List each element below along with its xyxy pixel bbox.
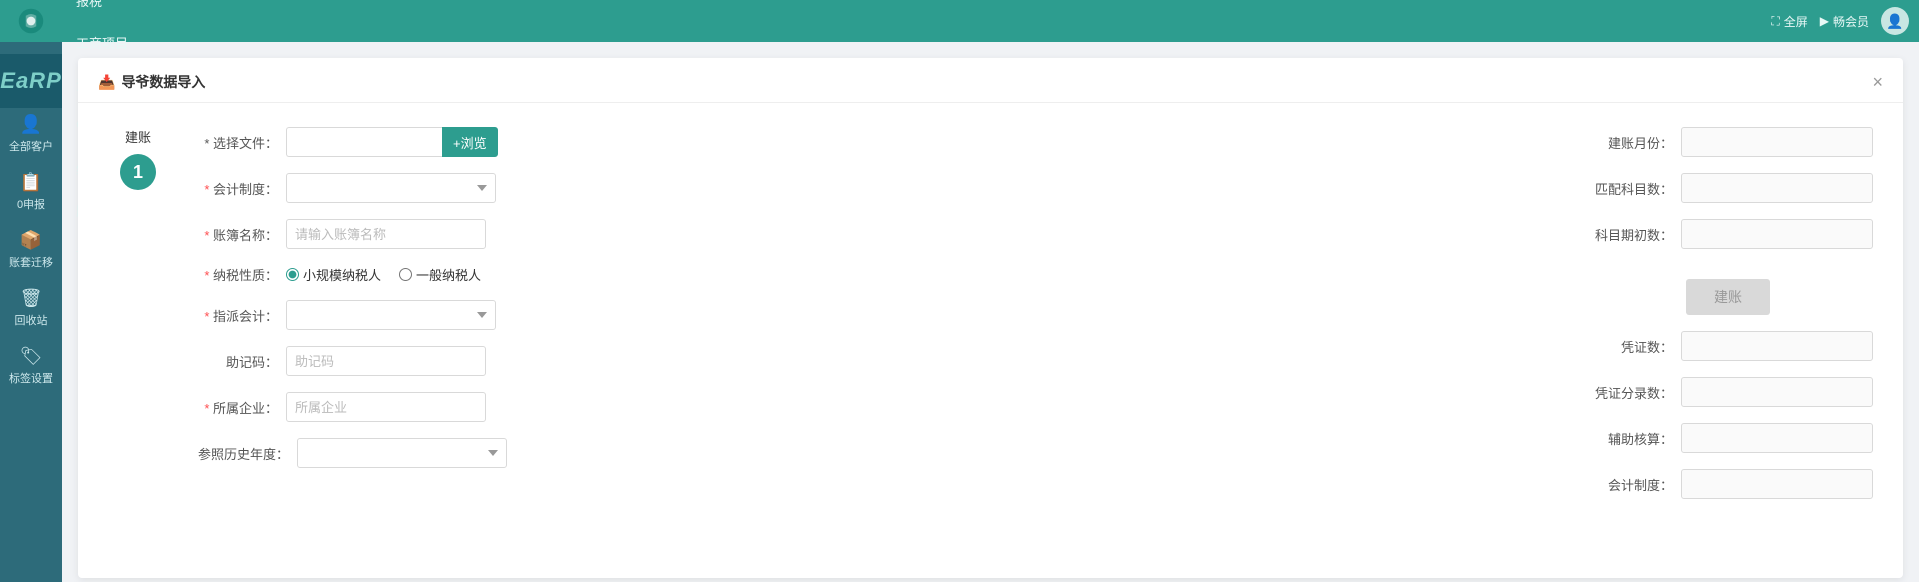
assign-accountant-select[interactable]: [286, 300, 496, 330]
radio-small-taxpayer[interactable]: 小规模纳税人: [286, 265, 381, 284]
ref-year-row: 参照历史年度：: [198, 438, 1553, 468]
tax-type-row: 纳税性质： 小规模纳税人 一般纳税人: [198, 265, 1553, 284]
sidebar-item-all-customers[interactable]: 👤 全部客户: [0, 106, 62, 162]
dialog-title-text: 导爷数据导入: [121, 72, 205, 92]
build-month-label: 建账月份：: [1583, 133, 1673, 152]
users-icon: 👤: [20, 114, 42, 135]
radio-small-input[interactable]: [286, 268, 299, 281]
vip-btn[interactable]: ▶ 畅会员: [1820, 13, 1869, 30]
tax-type-label: 纳税性质：: [198, 265, 278, 284]
voucher-label: 凭证数：: [1583, 337, 1673, 356]
fullscreen-btn[interactable]: ⛶ 全屏: [1771, 13, 1807, 30]
sidebar: EaRP 👤 全部客户 📋 0申报 📦 账套迁移 🗑 回收站 🏷 标签设置: [0, 42, 62, 582]
step-section: 建账 1: [78, 127, 198, 499]
period-init-label: 科目期初数：: [1583, 225, 1673, 244]
ref-year-label: 参照历史年度：: [198, 444, 289, 463]
dialog-body: 建账 1 * 选择文件： +浏览 会计制度：: [78, 103, 1903, 523]
trash-icon: 🗑: [20, 288, 43, 309]
dialog-title: 📥 导爷数据导入: [98, 72, 205, 92]
erp-badge: EaRP: [0, 54, 62, 108]
nav-item-工商项目[interactable]: 工商项目: [62, 21, 142, 63]
fullscreen-icon: ⛶: [1771, 14, 1779, 29]
file-row: * 选择文件： +浏览: [198, 127, 1553, 157]
nav-right: ⛶ 全屏 ▶ 畅会员 👤: [1771, 7, 1909, 35]
right-accounting-system-label: 会计制度：: [1583, 475, 1673, 494]
radio-general-label: 一般纳税人: [416, 265, 481, 284]
sidebar-label-migrate: 账套迁移: [9, 254, 53, 270]
right-accounting-system-row: 会计制度：: [1583, 469, 1873, 499]
period-init-value: [1681, 219, 1873, 249]
voucher-row: 凭证数：: [1583, 331, 1873, 361]
accounting-system-label: 会计制度：: [198, 179, 278, 198]
app-logo[interactable]: [10, 0, 52, 42]
vip-label: 畅会员: [1833, 13, 1869, 30]
play-icon: ▶: [1820, 14, 1829, 28]
aux-calc-label: 辅助核算：: [1583, 429, 1673, 448]
step-circle: 1: [120, 154, 156, 190]
owner-company-label: 所属企业：: [198, 398, 278, 417]
main-content: 📥 导爷数据导入 × 建账 1 * 选择文件：: [62, 42, 1919, 582]
ledger-name-row: 账簿名称：: [198, 219, 1553, 249]
form-section: * 选择文件： +浏览 会计制度：: [198, 127, 1553, 499]
accounting-system-select[interactable]: [286, 173, 496, 203]
match-accounts-label: 匹配科目数：: [1583, 179, 1673, 198]
dialog-card: 📥 导爷数据导入 × 建账 1 * 选择文件：: [78, 58, 1903, 578]
sidebar-item-migrate[interactable]: 📦 账套迁移: [0, 222, 62, 278]
right-panel: 建账月份： 匹配科目数： 科目期初数： 建账: [1553, 127, 1873, 499]
radio-small-label: 小规模纳税人: [303, 265, 381, 284]
accounting-system-row: 会计制度：: [198, 173, 1553, 203]
voucher-entries-row: 凭证分录数：: [1583, 377, 1873, 407]
close-button[interactable]: ×: [1872, 73, 1883, 91]
sidebar-item-recycle[interactable]: 🗑 回收站: [0, 280, 62, 336]
sidebar-label-declare: 0申报: [17, 196, 45, 212]
main-layout: EaRP 👤 全部客户 📋 0申报 📦 账套迁移 🗑 回收站 🏷 标签设置 �: [0, 42, 1919, 582]
memo-code-input[interactable]: [286, 346, 486, 376]
build-month-value: [1681, 127, 1873, 157]
match-accounts-value: [1681, 173, 1873, 203]
match-accounts-row: 匹配科目数：: [1583, 173, 1873, 203]
fullscreen-label: 全屏: [1784, 13, 1808, 30]
dialog-header: 📥 导爷数据导入 ×: [78, 58, 1903, 103]
voucher-value: [1681, 331, 1873, 361]
voucher-entries-value: [1681, 377, 1873, 407]
sidebar-item-tags[interactable]: 🏷 标签设置: [0, 338, 62, 394]
memo-code-row: 助记码：: [198, 346, 1553, 376]
avatar[interactable]: 👤: [1881, 7, 1909, 35]
voucher-entries-label: 凭证分录数：: [1583, 383, 1673, 402]
file-input-group: +浏览: [286, 127, 498, 157]
ref-year-select[interactable]: [297, 438, 507, 468]
top-navigation: 首页客户收费票据new记账报税工商项目消息管理经营服务设置 ⛶ 全屏 ▶ 畅会员…: [0, 0, 1919, 42]
build-month-row: 建账月份：: [1583, 127, 1873, 157]
import-icon: 📥: [98, 74, 115, 91]
right-accounting-system-value: [1681, 469, 1873, 499]
aux-calc-value: [1681, 423, 1873, 453]
period-init-row: 科目期初数：: [1583, 219, 1873, 249]
sidebar-label-tags: 标签设置: [9, 370, 53, 386]
radio-general-input[interactable]: [399, 268, 412, 281]
step-label: 建账: [125, 127, 151, 146]
file-text-input[interactable]: [286, 127, 442, 157]
nav-item-报税[interactable]: 报税: [62, 0, 142, 21]
tag-icon: 🏷: [20, 346, 43, 367]
memo-code-label: 助记码：: [198, 352, 278, 371]
ledger-name-label: 账簿名称：: [198, 225, 278, 244]
sidebar-label-all-customers: 全部客户: [9, 138, 53, 154]
assign-accountant-label: 指派会计：: [198, 306, 278, 325]
tax-type-radio-group: 小规模纳税人 一般纳税人: [286, 265, 481, 284]
browse-button[interactable]: +浏览: [442, 127, 498, 157]
owner-company-input[interactable]: [286, 392, 486, 422]
aux-calc-row: 辅助核算：: [1583, 423, 1873, 453]
radio-general-taxpayer[interactable]: 一般纳税人: [399, 265, 481, 284]
migrate-icon: 📦: [20, 230, 42, 251]
ledger-name-input[interactable]: [286, 219, 486, 249]
sidebar-label-recycle: 回收站: [15, 312, 48, 328]
create-ledger-button[interactable]: 建账: [1686, 279, 1770, 315]
file-label: * 选择文件：: [198, 133, 278, 152]
assign-accountant-row: 指派会计：: [198, 300, 1553, 330]
owner-company-row: 所属企业：: [198, 392, 1553, 422]
declare-icon: 📋: [20, 172, 42, 193]
sidebar-item-declare[interactable]: 📋 0申报: [0, 164, 62, 220]
